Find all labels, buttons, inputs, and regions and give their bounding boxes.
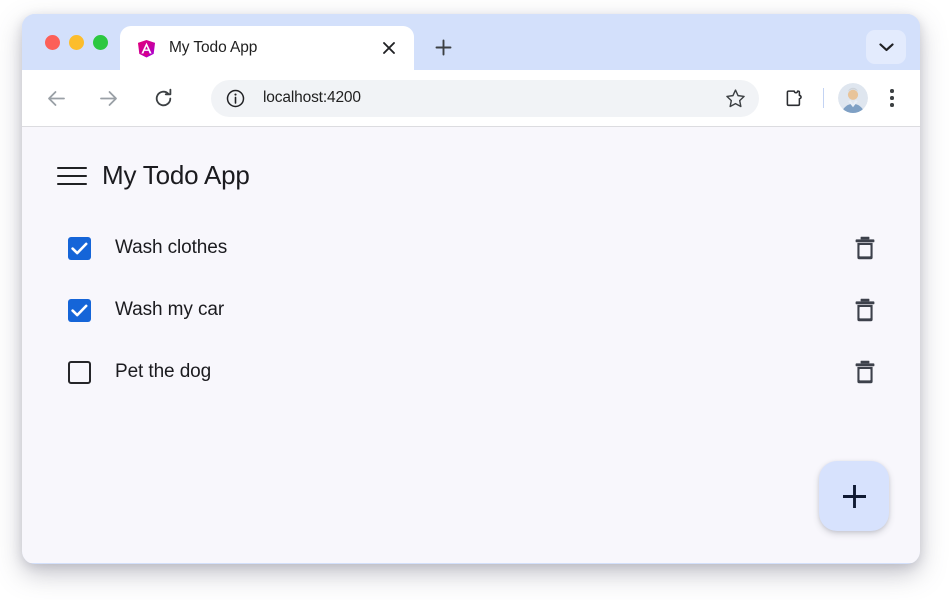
browser-tab[interactable]: My Todo App bbox=[120, 26, 414, 70]
hamburger-menu-icon[interactable] bbox=[57, 164, 87, 188]
list-item: Pet the dog bbox=[57, 341, 882, 403]
menu-dot bbox=[890, 96, 894, 100]
reload-button[interactable] bbox=[143, 78, 183, 118]
todo-list: Wash clothes Wash my car Pet the dog bbox=[22, 217, 920, 403]
delete-todo-button[interactable] bbox=[848, 231, 882, 265]
trash-icon bbox=[855, 236, 875, 260]
bookmark-button[interactable] bbox=[720, 83, 750, 113]
forward-button[interactable] bbox=[88, 78, 128, 118]
check-icon bbox=[71, 304, 88, 316]
reload-icon bbox=[155, 88, 171, 106]
todo-checkbox[interactable] bbox=[68, 360, 91, 384]
plus-icon bbox=[435, 39, 451, 55]
url-text[interactable]: localhost:4200 bbox=[263, 89, 720, 107]
todo-label: Pet the dog bbox=[115, 361, 212, 382]
app-header: My Todo App bbox=[22, 127, 920, 191]
browser-toolbar: localhost:4200 bbox=[22, 70, 920, 127]
maximize-window-button[interactable] bbox=[93, 34, 108, 50]
menu-dot bbox=[890, 103, 894, 107]
hamburger-line bbox=[57, 174, 87, 177]
new-tab-button[interactable] bbox=[423, 27, 463, 67]
address-bar[interactable]: localhost:4200 bbox=[211, 79, 759, 117]
delete-todo-button[interactable] bbox=[848, 293, 882, 327]
minimize-window-button[interactable] bbox=[69, 34, 84, 50]
extensions-button[interactable] bbox=[777, 80, 813, 116]
todo-checkbox[interactable] bbox=[68, 298, 91, 322]
chrome-menu-button[interactable] bbox=[876, 81, 908, 115]
add-todo-button[interactable] bbox=[819, 461, 889, 531]
close-icon bbox=[383, 42, 395, 54]
todo-checkbox[interactable] bbox=[68, 236, 91, 260]
chevron-down-icon bbox=[878, 42, 894, 51]
back-button[interactable] bbox=[36, 78, 76, 118]
hamburger-line bbox=[57, 182, 87, 185]
page-title: My Todo App bbox=[102, 160, 250, 190]
avatar[interactable] bbox=[838, 83, 868, 113]
todo-label: Wash my car bbox=[115, 299, 225, 320]
tab-strip: My Todo App bbox=[22, 14, 920, 70]
three-dots-menu-icon bbox=[890, 89, 894, 93]
toolbar-divider bbox=[823, 88, 824, 108]
puzzle-piece-icon bbox=[786, 90, 802, 107]
info-circle-icon bbox=[226, 89, 244, 107]
plus-icon bbox=[842, 484, 866, 508]
close-window-button[interactable] bbox=[45, 34, 60, 50]
trash-icon bbox=[855, 298, 875, 322]
tab-list-button[interactable] bbox=[866, 30, 906, 64]
forward-arrow-icon bbox=[99, 90, 117, 106]
tab-title: My Todo App bbox=[169, 39, 258, 56]
star-icon bbox=[725, 88, 745, 107]
site-info-button[interactable] bbox=[221, 84, 249, 112]
list-item: Wash clothes bbox=[57, 217, 882, 279]
todo-label: Wash clothes bbox=[115, 237, 228, 258]
user-avatar bbox=[838, 83, 868, 113]
angular-logo-icon bbox=[137, 39, 156, 58]
browser-window: My Todo App localhost:4200 My Todo App W… bbox=[22, 14, 920, 564]
page-content: My Todo App Wash clothes Wash my car Pet… bbox=[22, 127, 920, 563]
trash-icon bbox=[855, 360, 875, 384]
list-item: Wash my car bbox=[57, 279, 882, 341]
delete-todo-button[interactable] bbox=[848, 355, 882, 389]
hamburger-line bbox=[57, 166, 87, 169]
close-tab-button[interactable] bbox=[376, 35, 402, 61]
check-icon bbox=[71, 242, 88, 254]
back-arrow-icon bbox=[47, 90, 65, 106]
window-controls bbox=[22, 14, 120, 70]
